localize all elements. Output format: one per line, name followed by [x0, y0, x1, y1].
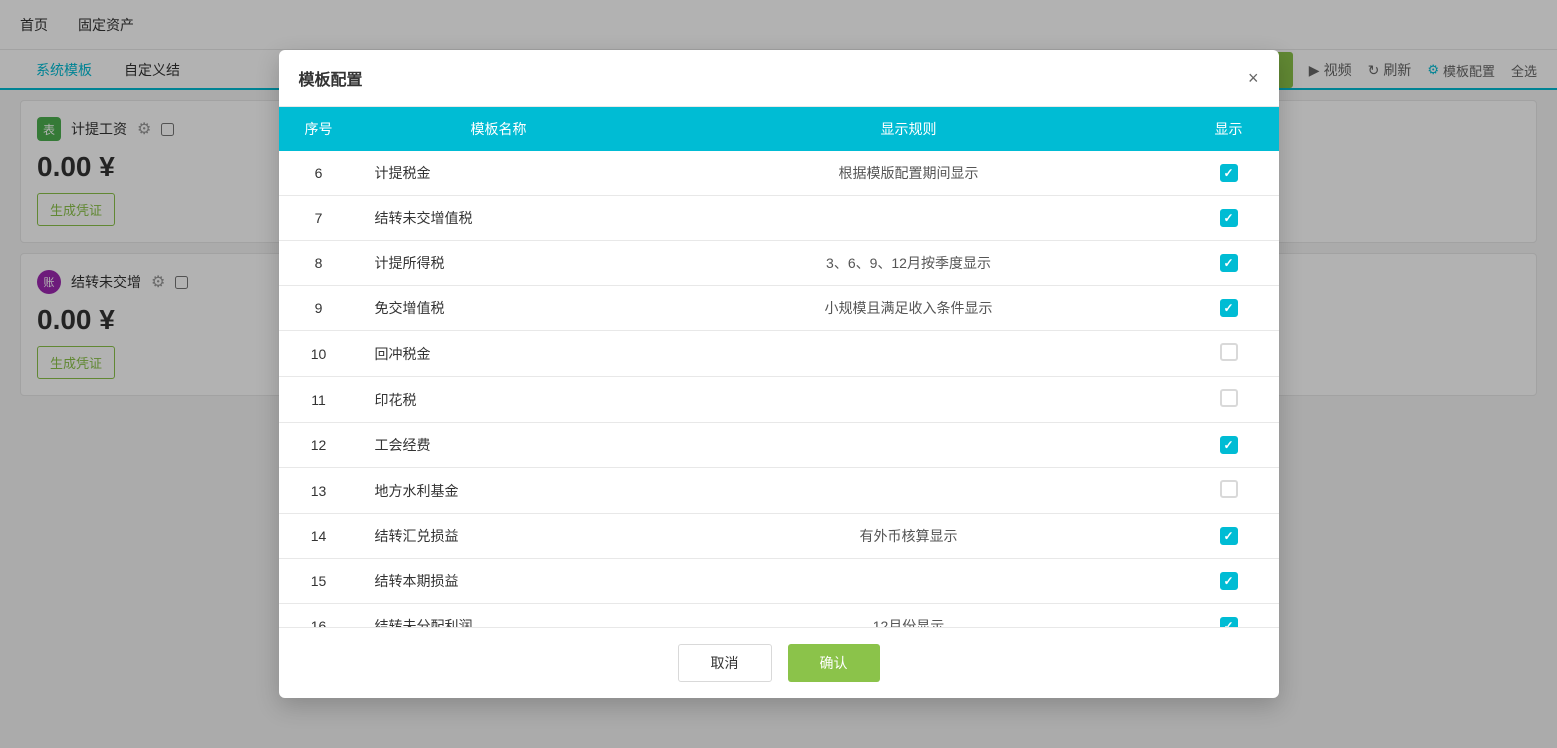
checkbox-14[interactable] [1220, 527, 1238, 545]
table-row: 13地方水利基金 [279, 468, 1279, 514]
modal-overlay: 模板配置 × 序号 模板名称 显示规则 显示 6计提税金根据模版配置期间显示7结… [0, 0, 1557, 748]
table-row: 11印花税 [279, 377, 1279, 423]
table-body: 6计提税金根据模版配置期间显示7结转未交增值税8计提所得税3、6、9、12月按季… [279, 151, 1279, 627]
table-row: 12工会经费 [279, 423, 1279, 468]
checkbox-15[interactable] [1220, 572, 1238, 590]
cell-index: 10 [279, 331, 359, 377]
cell-index: 11 [279, 377, 359, 423]
col-header-name: 模板名称 [359, 107, 639, 151]
table-scroll-area[interactable]: 序号 模板名称 显示规则 显示 6计提税金根据模版配置期间显示7结转未交增值税8… [279, 107, 1279, 627]
cell-rule: 3、6、9、12月按季度显示 [639, 241, 1179, 286]
cell-checkbox[interactable] [1179, 377, 1279, 423]
cell-rule [639, 423, 1179, 468]
table-row: 10回冲税金 [279, 331, 1279, 377]
checkbox-7[interactable] [1220, 209, 1238, 227]
confirm-button[interactable]: 确认 [788, 644, 880, 682]
cell-name: 回冲税金 [359, 331, 639, 377]
col-header-show: 显示 [1179, 107, 1279, 151]
col-header-rule: 显示规则 [639, 107, 1179, 151]
cell-index: 14 [279, 514, 359, 559]
cell-name: 工会经费 [359, 423, 639, 468]
cell-name: 免交增值税 [359, 286, 639, 331]
cell-rule [639, 468, 1179, 514]
modal-body: 序号 模板名称 显示规则 显示 6计提税金根据模版配置期间显示7结转未交增值税8… [279, 107, 1279, 627]
cell-checkbox[interactable] [1179, 514, 1279, 559]
cell-name: 计提税金 [359, 151, 639, 196]
cell-name: 结转未分配利润 [359, 604, 639, 628]
cell-index: 12 [279, 423, 359, 468]
table-row: 16结转未分配利润12月份显示 [279, 604, 1279, 628]
modal-title: 模板配置 [299, 66, 363, 90]
table-row: 15结转本期损益 [279, 559, 1279, 604]
cell-rule [639, 331, 1179, 377]
cell-rule: 12月份显示 [639, 604, 1179, 628]
col-header-index: 序号 [279, 107, 359, 151]
cell-checkbox[interactable] [1179, 331, 1279, 377]
cell-rule [639, 377, 1179, 423]
cell-name: 印花税 [359, 377, 639, 423]
cell-index: 8 [279, 241, 359, 286]
cell-rule [639, 559, 1179, 604]
cell-checkbox[interactable] [1179, 423, 1279, 468]
checkbox-6[interactable] [1220, 164, 1238, 182]
checkbox-16[interactable] [1220, 617, 1238, 627]
cell-checkbox[interactable] [1179, 286, 1279, 331]
cell-rule: 根据模版配置期间显示 [639, 151, 1179, 196]
table-row: 8计提所得税3、6、9、12月按季度显示 [279, 241, 1279, 286]
cell-index: 7 [279, 196, 359, 241]
cell-checkbox[interactable] [1179, 604, 1279, 628]
modal-header: 模板配置 × [279, 50, 1279, 107]
checkbox-10[interactable] [1220, 343, 1238, 361]
template-config-modal: 模板配置 × 序号 模板名称 显示规则 显示 6计提税金根据模版配置期间显示7结… [279, 50, 1279, 698]
table-header: 序号 模板名称 显示规则 显示 [279, 107, 1279, 151]
cell-checkbox[interactable] [1179, 196, 1279, 241]
checkbox-12[interactable] [1220, 436, 1238, 454]
table-row: 6计提税金根据模版配置期间显示 [279, 151, 1279, 196]
checkbox-11[interactable] [1220, 389, 1238, 407]
close-button[interactable]: × [1248, 69, 1259, 87]
cell-checkbox[interactable] [1179, 151, 1279, 196]
config-table: 序号 模板名称 显示规则 显示 6计提税金根据模版配置期间显示7结转未交增值税8… [279, 107, 1279, 627]
cell-name: 结转汇兑损益 [359, 514, 639, 559]
cell-name: 结转本期损益 [359, 559, 639, 604]
cell-name: 结转未交增值税 [359, 196, 639, 241]
cell-checkbox[interactable] [1179, 241, 1279, 286]
cancel-button[interactable]: 取消 [678, 644, 772, 682]
cell-index: 16 [279, 604, 359, 628]
cell-name: 计提所得税 [359, 241, 639, 286]
cell-checkbox[interactable] [1179, 468, 1279, 514]
cell-index: 15 [279, 559, 359, 604]
checkbox-8[interactable] [1220, 254, 1238, 272]
cell-rule [639, 196, 1179, 241]
cell-rule: 有外币核算显示 [639, 514, 1179, 559]
cell-index: 9 [279, 286, 359, 331]
table-row: 14结转汇兑损益有外币核算显示 [279, 514, 1279, 559]
checkbox-13[interactable] [1220, 480, 1238, 498]
cell-index: 6 [279, 151, 359, 196]
table-row: 9免交增值税小规模且满足收入条件显示 [279, 286, 1279, 331]
checkbox-9[interactable] [1220, 299, 1238, 317]
cell-checkbox[interactable] [1179, 559, 1279, 604]
cell-rule: 小规模且满足收入条件显示 [639, 286, 1179, 331]
cell-index: 13 [279, 468, 359, 514]
cell-name: 地方水利基金 [359, 468, 639, 514]
table-row: 7结转未交增值税 [279, 196, 1279, 241]
modal-footer: 取消 确认 [279, 627, 1279, 698]
